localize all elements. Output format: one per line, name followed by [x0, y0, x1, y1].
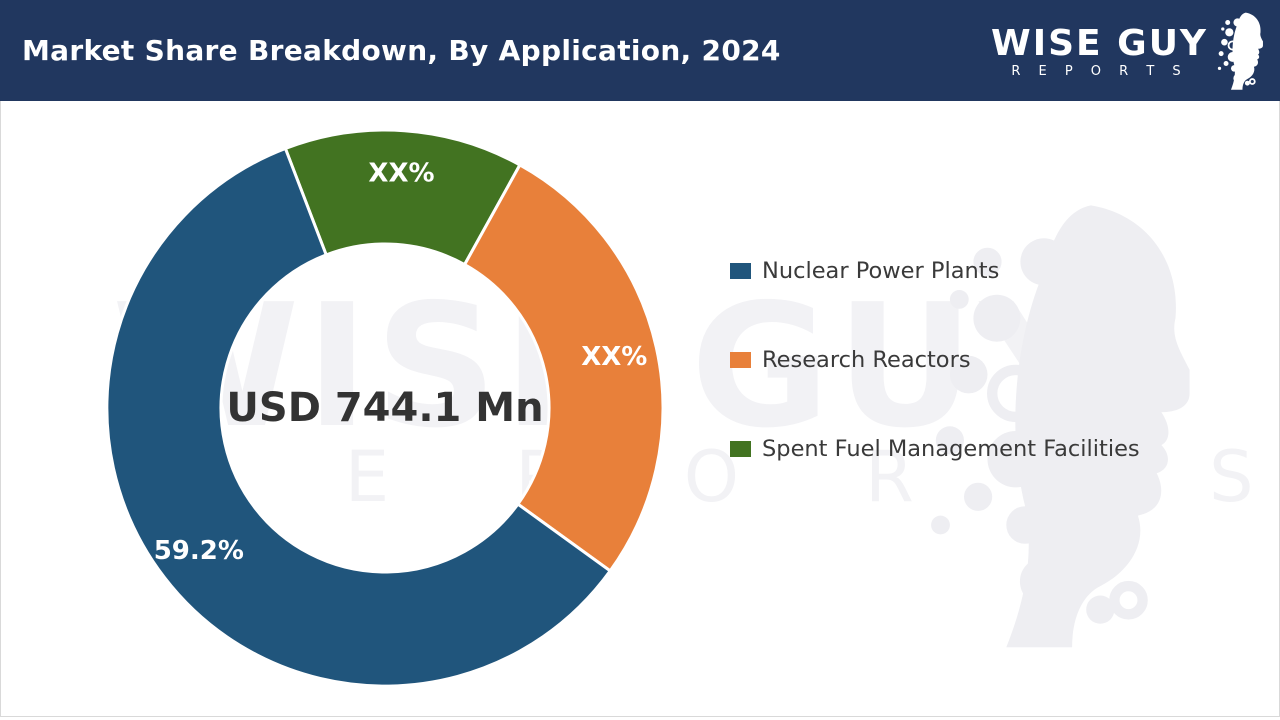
- donut-center-label: USD 744.1 Mn: [226, 385, 543, 431]
- legend-label: Nuclear Power Plants: [762, 258, 1000, 284]
- segment-value-label-research-reactors: XX%: [581, 342, 647, 372]
- header-bar: Market Share Breakdown, By Application, …: [0, 0, 1280, 101]
- chart-legend: Nuclear Power Plants Research Reactors Spe…: [730, 255, 1140, 465]
- legend-label: Research Reactors: [762, 347, 971, 373]
- logo-tagline: R E P O R T S: [1011, 64, 1188, 80]
- wiseguy-head-icon: [1216, 11, 1264, 91]
- wiseguy-logo-text: WISE GUY R E P O R T S: [990, 22, 1208, 80]
- legend-swatch-spent-fuel-management-facilities: [730, 441, 751, 457]
- legend-label: Spent Fuel Management Facilities: [762, 436, 1140, 462]
- donut-chart: XX% XX% 59.2% USD 744.1 Mn: [105, 128, 665, 688]
- legend-item-research-reactors: Research Reactors: [730, 344, 1140, 376]
- wiseguy-logo: WISE GUY R E P O R T S: [991, 6, 1268, 98]
- segment-value-label-nuclear-power-plants: 59.2%: [154, 536, 244, 566]
- legend-swatch-research-reactors: [730, 352, 751, 368]
- page-title: Market Share Breakdown, By Application, …: [22, 34, 781, 67]
- legend-swatch-nuclear-power-plants: [730, 263, 751, 279]
- legend-item-nuclear-power-plants: Nuclear Power Plants: [730, 255, 1140, 287]
- segment-value-label-spent-fuel-management-facilities: XX%: [368, 159, 434, 189]
- logo-brand-name: WISE GUY: [990, 22, 1208, 64]
- report-card: WISE GUY R E P O R T S Market Share Brea…: [0, 0, 1280, 720]
- legend-item-spent-fuel-management-facilities: Spent Fuel Management Facilities: [730, 433, 1140, 465]
